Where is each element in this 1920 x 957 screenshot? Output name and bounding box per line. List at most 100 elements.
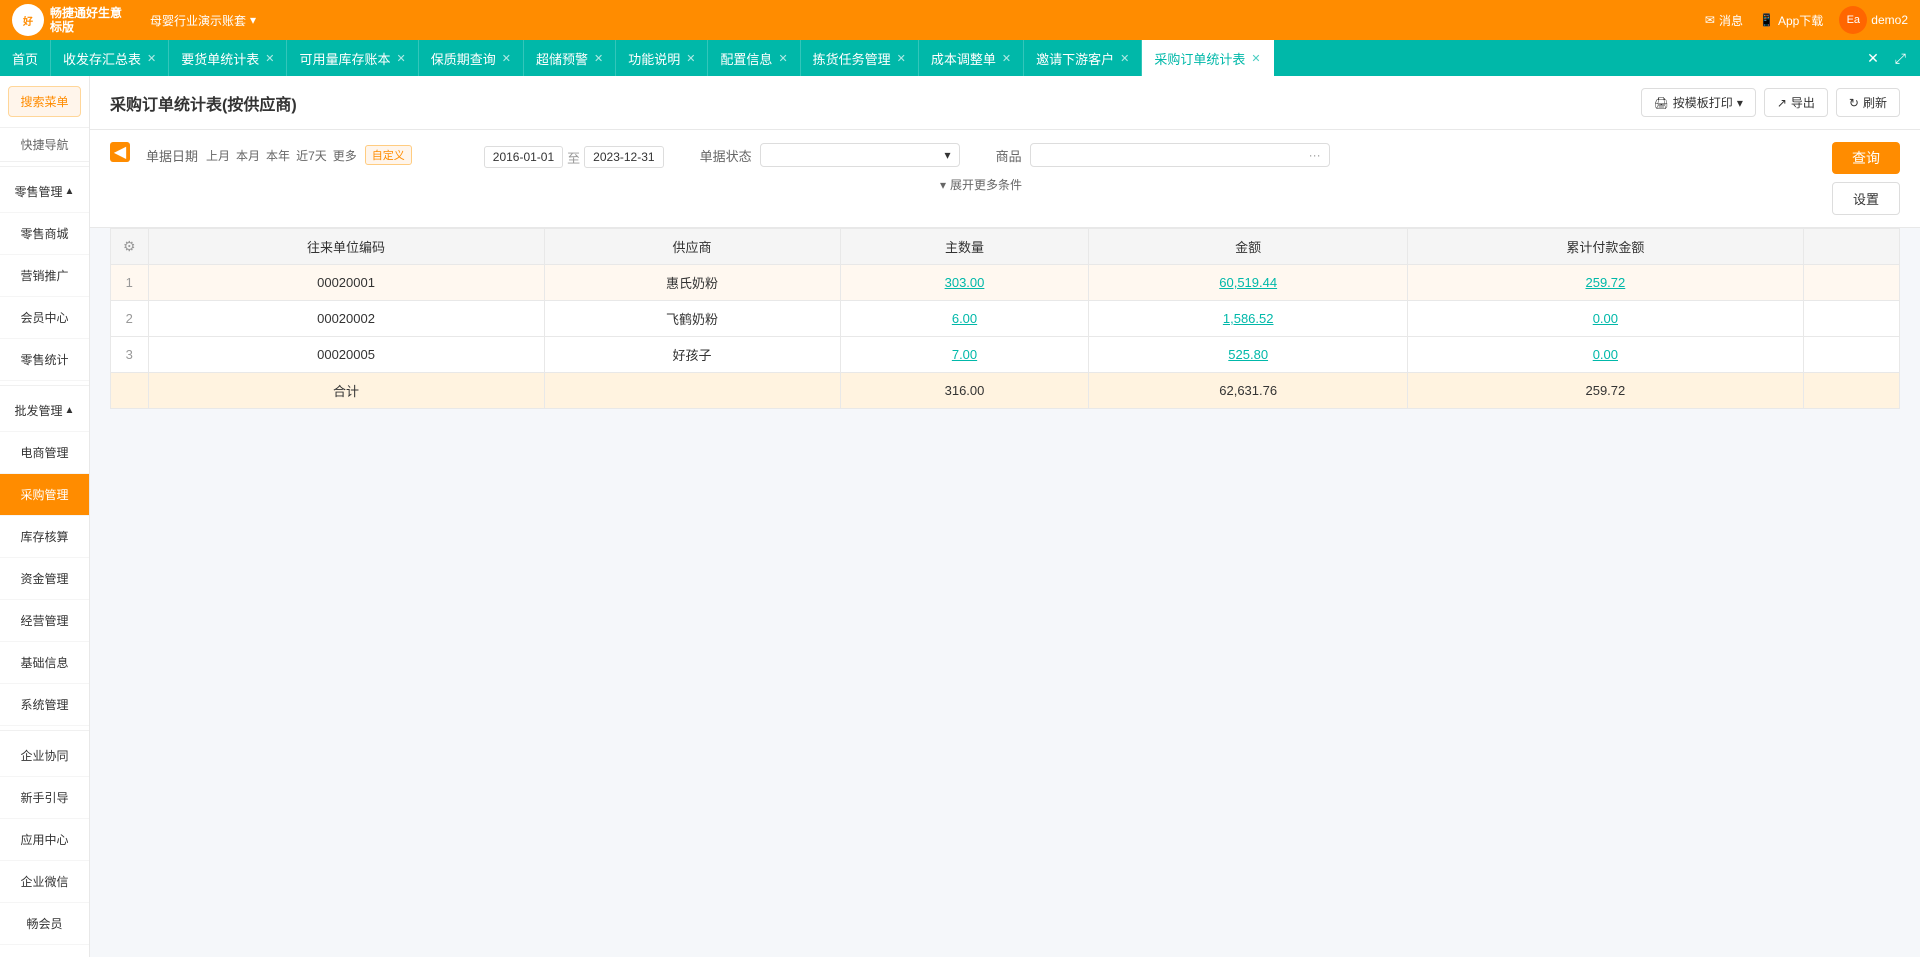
goods-input[interactable]: ··· bbox=[1030, 143, 1330, 167]
close-icon[interactable]: ✕ bbox=[502, 52, 511, 65]
sidebar-item-marketing[interactable]: 营销推广 bbox=[0, 255, 89, 297]
row-paid[interactable]: 0.00 bbox=[1407, 337, 1803, 373]
close-icon[interactable]: ✕ bbox=[397, 52, 406, 65]
date-label: 单据日期 bbox=[146, 146, 198, 165]
date-from[interactable]: 2016-01-01 bbox=[484, 146, 563, 168]
maximize-button[interactable]: ⤢ bbox=[1889, 48, 1912, 69]
nav-tab-5[interactable]: 超储预警 ✕ bbox=[524, 40, 616, 76]
nav-end-buttons: ✕ ⤢ bbox=[1861, 48, 1920, 69]
shortcut-this-year[interactable]: 本年 bbox=[266, 147, 290, 164]
row-supplier: 好孩子 bbox=[544, 337, 840, 373]
sidebar-item-basics[interactable]: 基础信息 bbox=[0, 642, 89, 684]
sidebar-item-operations[interactable]: 经营管理 bbox=[0, 600, 89, 642]
row-amount[interactable]: 60,519.44 bbox=[1089, 265, 1407, 301]
shortcut-prev-month[interactable]: 上月 bbox=[206, 147, 230, 164]
sidebar-item-collaboration[interactable]: 企业协同 bbox=[0, 735, 89, 777]
status-select[interactable]: ▾ bbox=[760, 143, 960, 167]
close-icon[interactable]: ✕ bbox=[686, 52, 695, 65]
gear-icon[interactable]: ⚙ bbox=[123, 238, 136, 254]
close-icon[interactable]: ✕ bbox=[265, 52, 274, 65]
row-amount[interactable]: 1,586.52 bbox=[1089, 301, 1407, 337]
quick-nav-button[interactable]: 快捷导航 bbox=[0, 128, 89, 162]
row-num: 1 bbox=[111, 265, 149, 301]
nav-tab-home[interactable]: 首页 bbox=[0, 40, 51, 76]
sidebar-item-wholesale[interactable]: 批发管理 ▲ bbox=[0, 390, 89, 432]
sidebar-item-newbie[interactable]: 新手引导 bbox=[0, 777, 89, 819]
row-code: 00020001 bbox=[148, 265, 544, 301]
sidebar-item-retail-management[interactable]: 零售管理 ▲ bbox=[0, 171, 89, 213]
download-icon: 📱 bbox=[1759, 13, 1774, 27]
shortcut-7days[interactable]: 近7天 bbox=[296, 147, 327, 164]
close-icon[interactable]: ✕ bbox=[1002, 52, 1011, 65]
nav-tab-1[interactable]: 收发存汇总表 ✕ bbox=[51, 40, 169, 76]
export-button[interactable]: ↗ 导出 bbox=[1764, 88, 1828, 117]
expand-button[interactable]: ▾ 展开更多条件 bbox=[940, 176, 1022, 193]
filter-row-1: 单据日期 上月 本月 本年 近7天 更多 自定义 2016-01-01 bbox=[146, 142, 1816, 168]
search-menu-button[interactable]: 搜索菜单 bbox=[8, 86, 81, 117]
close-icon[interactable]: ✕ bbox=[1120, 52, 1129, 65]
date-filter: 单据日期 上月 本月 本年 近7天 更多 自定义 bbox=[146, 145, 412, 165]
row-extra bbox=[1803, 337, 1899, 373]
row-amount[interactable]: 525.80 bbox=[1089, 337, 1407, 373]
user-area[interactable]: Ea demo2 bbox=[1839, 6, 1908, 34]
app-download-button[interactable]: 📱 App下载 bbox=[1759, 12, 1823, 29]
sidebar-item-member-center[interactable]: 会员中心 bbox=[0, 297, 89, 339]
nav-tab-8[interactable]: 拣货任务管理 ✕ bbox=[801, 40, 919, 76]
row-supplier: 惠氏奶粉 bbox=[544, 265, 840, 301]
row-paid[interactable]: 259.72 bbox=[1407, 265, 1803, 301]
refresh-button[interactable]: ↻ 刷新 bbox=[1836, 88, 1900, 117]
message-button[interactable]: ✉ 消息 bbox=[1705, 12, 1743, 29]
filter-toggle-button[interactable]: ◀ bbox=[110, 142, 130, 162]
col-paid: 累计付款金额 bbox=[1407, 229, 1803, 265]
date-to[interactable]: 2023-12-31 bbox=[584, 146, 663, 168]
shortcut-this-month[interactable]: 本月 bbox=[236, 147, 260, 164]
col-code: 往来单位编码 bbox=[148, 229, 544, 265]
sidebar-item-member[interactable]: 畅会员 bbox=[0, 903, 89, 945]
sidebar-item-app-center[interactable]: 应用中心 bbox=[0, 819, 89, 861]
query-button[interactable]: 查询 bbox=[1832, 142, 1900, 174]
close-icon[interactable]: ✕ bbox=[778, 52, 787, 65]
sidebar-item-ecommerce[interactable]: 电商管理 bbox=[0, 432, 89, 474]
close-all-button[interactable]: ✕ bbox=[1861, 48, 1885, 69]
footer-empty2 bbox=[544, 373, 840, 409]
close-icon[interactable]: ✕ bbox=[1251, 52, 1260, 65]
nav-tab-6[interactable]: 功能说明 ✕ bbox=[616, 40, 708, 76]
template-print-button[interactable]: 🖨 按模板打印 ▾ bbox=[1641, 88, 1756, 117]
footer-extra bbox=[1803, 373, 1899, 409]
sidebar: 搜索菜单 快捷导航 零售管理 ▲ 零售商城 营销推广 会员中心 零售统计 批发管… bbox=[0, 76, 90, 957]
sidebar-item-retail-stats[interactable]: 零售统计 bbox=[0, 339, 89, 381]
nav-tab-9[interactable]: 成本调整单 ✕ bbox=[919, 40, 1024, 76]
sidebar-item-inventory[interactable]: 库存核算 bbox=[0, 516, 89, 558]
row-qty[interactable]: 7.00 bbox=[840, 337, 1089, 373]
close-icon[interactable]: ✕ bbox=[147, 52, 156, 65]
date-shortcuts: 上月 本月 本年 近7天 更多 bbox=[206, 147, 357, 164]
nav-tab-10[interactable]: 邀请下游客户 ✕ bbox=[1024, 40, 1142, 76]
nav-tab-2[interactable]: 要货单统计表 ✕ bbox=[169, 40, 287, 76]
col-settings: ⚙ bbox=[111, 229, 149, 265]
app-logo: 好 bbox=[12, 4, 44, 36]
sidebar-item-enterprise-wechat[interactable]: 企业微信 bbox=[0, 861, 89, 903]
nav-tab-3[interactable]: 可用量库存账本 ✕ bbox=[287, 40, 418, 76]
nav-tab-4[interactable]: 保质期查询 ✕ bbox=[419, 40, 524, 76]
sidebar-item-system[interactable]: 系统管理 bbox=[0, 684, 89, 726]
nav-tab-11-active[interactable]: 采购订单统计表 ✕ bbox=[1142, 40, 1273, 76]
nav-bar: 首页 收发存汇总表 ✕ 要货单统计表 ✕ 可用量库存账本 ✕ 保质期查询 ✕ 超… bbox=[0, 40, 1920, 76]
row-num: 3 bbox=[111, 337, 149, 373]
workspace-selector[interactable]: 母婴行业演示账套 ▾ bbox=[150, 12, 256, 29]
row-paid[interactable]: 0.00 bbox=[1407, 301, 1803, 337]
chevron-icon: ▲ bbox=[65, 405, 75, 416]
close-icon[interactable]: ✕ bbox=[897, 52, 906, 65]
sidebar-item-finance[interactable]: 资金管理 bbox=[0, 558, 89, 600]
close-icon[interactable]: ✕ bbox=[594, 52, 603, 65]
footer-empty bbox=[111, 373, 149, 409]
sidebar-item-purchase[interactable]: 采购管理 bbox=[0, 474, 89, 516]
table-footer-row: 合计 316.00 62,631.76 259.72 bbox=[111, 373, 1900, 409]
sidebar-item-retail-shop[interactable]: 零售商城 bbox=[0, 213, 89, 255]
app-name: 畅捷通好生意 标版 bbox=[50, 6, 122, 35]
shortcut-more[interactable]: 更多 bbox=[333, 147, 357, 164]
row-qty[interactable]: 303.00 bbox=[840, 265, 1089, 301]
settings-button[interactable]: 设置 bbox=[1832, 182, 1900, 215]
nav-tab-7[interactable]: 配置信息 ✕ bbox=[708, 40, 800, 76]
avatar: Ea bbox=[1839, 6, 1867, 34]
row-qty[interactable]: 6.00 bbox=[840, 301, 1089, 337]
